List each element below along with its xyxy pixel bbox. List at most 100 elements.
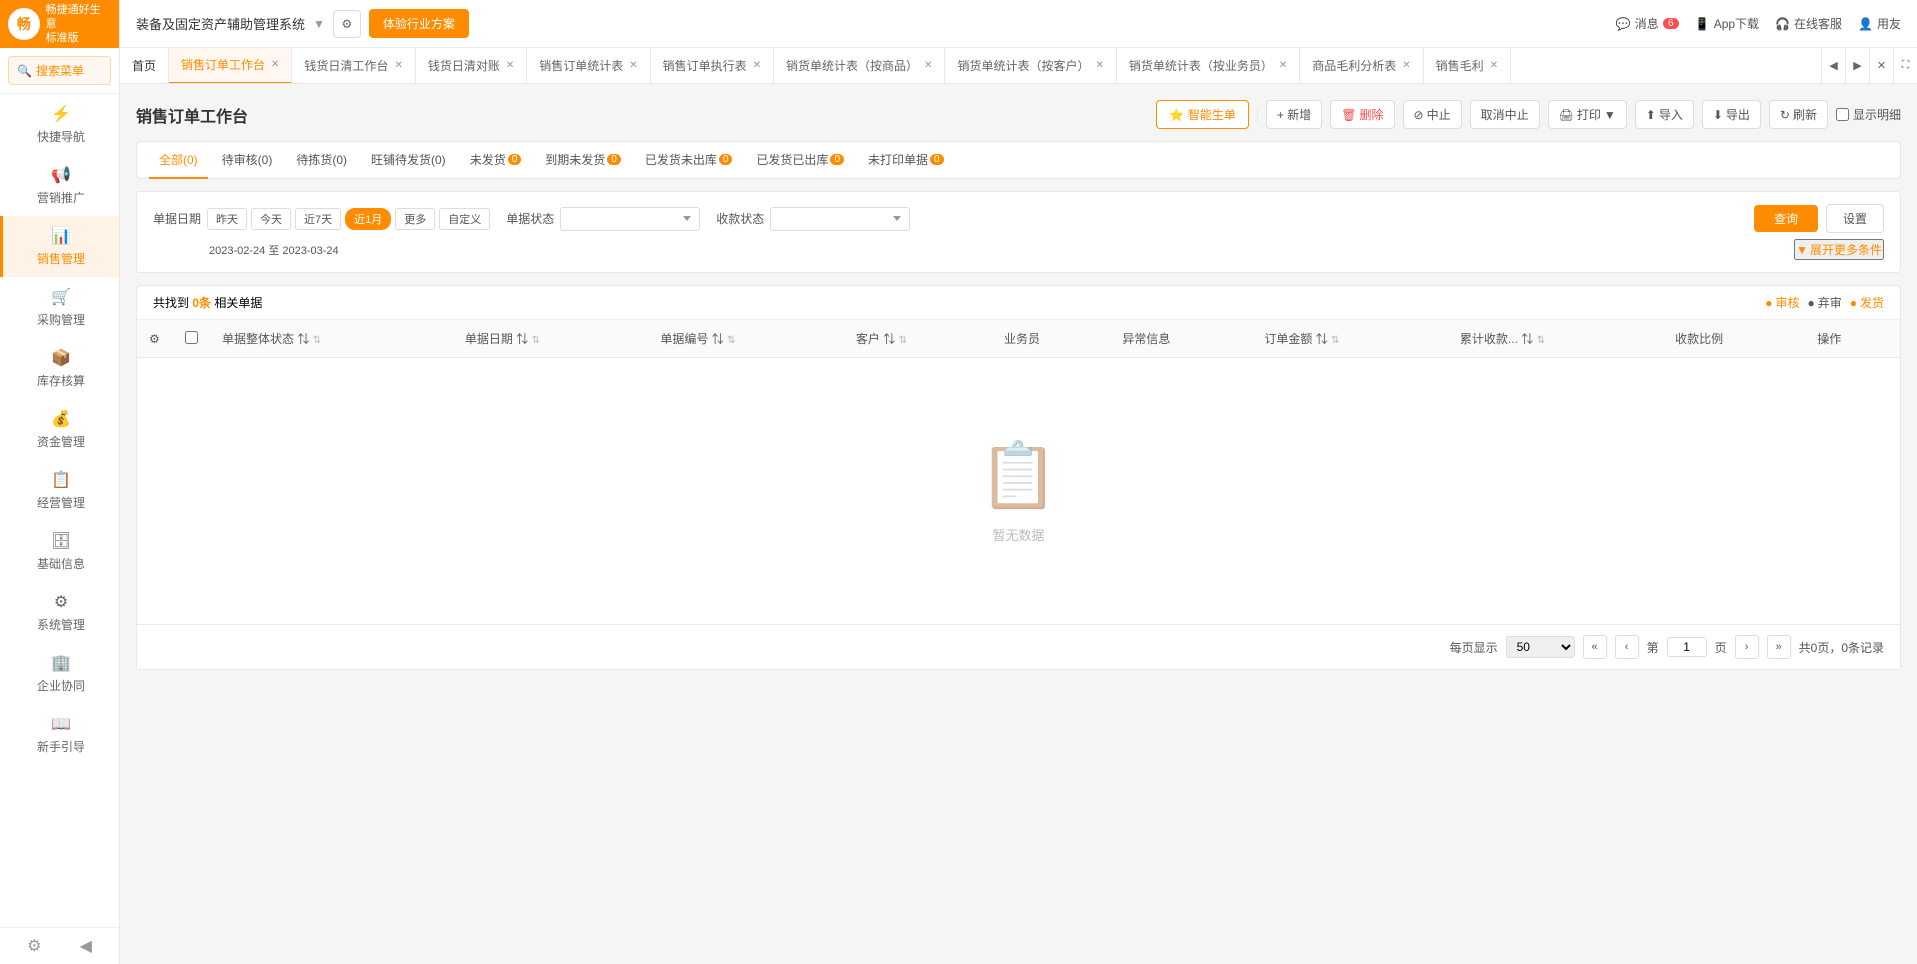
tab-close-sales-stats[interactable]: ✕ <box>629 60 637 71</box>
empty-icon: 📋 <box>979 438 1059 513</box>
sidebar-item-enterprise[interactable]: 🏢 企业协同 <box>0 643 119 704</box>
expand-filter-button[interactable]: ▼ 展开更多条件 <box>1794 239 1884 260</box>
import-button[interactable]: ⬆ 导入 <box>1635 100 1694 129</box>
export-button[interactable]: ⬇ 导出 <box>1702 100 1761 129</box>
filter-tab-wangpu-pending[interactable]: 旺铺待发货(0) <box>361 141 456 179</box>
page-number-input[interactable] <box>1667 637 1707 657</box>
collapse-icon[interactable]: ◀ <box>80 936 92 956</box>
filter-date-more[interactable]: 更多 <box>395 208 435 230</box>
sidebar-item-basic[interactable]: 🗄 基础信息 <box>0 521 119 582</box>
tab-close-gross-margin[interactable]: ✕ <box>1402 60 1410 71</box>
settings-filter-button[interactable]: 设置 <box>1826 204 1884 233</box>
anti-review-button[interactable]: ● 弃审 <box>1807 294 1841 311</box>
tab-fullscreen[interactable]: ⛶ <box>1893 48 1917 84</box>
filter-tab-all[interactable]: 全部(0) <box>149 141 208 179</box>
sidebar-item-inventory[interactable]: 📦 库存核算 <box>0 338 119 399</box>
sidebar-item-finance[interactable]: 💰 资金管理 <box>0 399 119 460</box>
sidebar-item-system[interactable]: ⚙ 系统管理 <box>0 582 119 643</box>
sidebar-item-sales[interactable]: 📊 销售管理 <box>0 216 119 277</box>
tab-close-sales-stat-staff[interactable]: ✕ <box>1279 60 1287 71</box>
last-page-button[interactable]: » <box>1767 635 1791 659</box>
tab-gross-margin[interactable]: 商品毛利分析表 ✕ <box>1300 48 1423 84</box>
sidebar-item-quicknav[interactable]: ⚡ 快捷导航 <box>0 94 119 155</box>
add-button[interactable]: + 新增 <box>1266 100 1322 129</box>
print-button[interactable]: 🖨 打印 ▼ <box>1548 100 1627 129</box>
filter-date-yesterday[interactable]: 昨天 <box>207 208 247 230</box>
filter-tab-shipped-not-out[interactable]: 已发货未出库 0 <box>635 141 743 179</box>
th-status[interactable]: 单据整体状态 ⇅ <box>210 320 453 358</box>
tab-close-sales-stat-product[interactable]: ✕ <box>924 60 932 71</box>
refresh-button[interactable]: ↻ 刷新 <box>1769 100 1828 129</box>
sidebar-item-purchase[interactable]: 🛒 采购管理 <box>0 277 119 338</box>
tab-sales-profit[interactable]: 销售毛利 ✕ <box>1424 48 1511 84</box>
sidebar-item-guide[interactable]: 📖 新手引导 <box>0 704 119 765</box>
ship-button[interactable]: ● 发货 <box>1850 294 1884 311</box>
tab-scroll-right[interactable]: ▶ <box>1845 48 1869 84</box>
online-service-button[interactable]: 🎧 在线客服 <box>1775 15 1842 32</box>
tab-close-cash-daily[interactable]: ✕ <box>394 60 402 71</box>
tab-close-cash-reconcile[interactable]: ✕ <box>506 60 514 71</box>
settings-icon[interactable]: ⚙ <box>27 936 41 956</box>
tab-close-sales-profit[interactable]: ✕ <box>1490 60 1498 71</box>
sidebar-bottom: ⚙ ◀ <box>0 927 119 964</box>
filter-date-7days[interactable]: 近7天 <box>295 208 341 230</box>
settings-button[interactable]: ⚙ <box>333 10 361 38</box>
suspend-button[interactable]: ⊘ 中止 <box>1403 100 1462 129</box>
next-page-button[interactable]: › <box>1735 635 1759 659</box>
tab-sales-stat-staff[interactable]: 销货单统计表（按业务员） ✕ <box>1117 48 1300 84</box>
tab-scroll-left[interactable]: ◀ <box>1821 48 1845 84</box>
filter-date-custom[interactable]: 自定义 <box>439 208 490 230</box>
filter-tab-pending-review[interactable]: 待审核(0) <box>212 141 283 179</box>
tab-sales-stat-product[interactable]: 销货单统计表（按商品） ✕ <box>774 48 945 84</box>
tab-sales-stat-customer[interactable]: 销货单统计表（按客户） ✕ <box>945 48 1116 84</box>
th-date[interactable]: 单据日期 ⇅ <box>453 320 649 358</box>
filter-date-1month[interactable]: 近1月 <box>345 208 391 230</box>
query-button[interactable]: 查询 <box>1754 205 1818 232</box>
topbar-dropdown-icon[interactable]: ▼ <box>313 17 325 31</box>
filter-tab-overdue-unshipped[interactable]: 到期未发货 0 <box>535 141 631 179</box>
review-button[interactable]: ● 审核 <box>1765 294 1799 311</box>
industry-btn[interactable]: 体验行业方案 <box>369 9 469 38</box>
search-menu-button[interactable]: 🔍 搜索菜单 <box>8 56 111 85</box>
tab-sales-workbench[interactable]: 销售订单工作台 ✕ <box>169 48 292 84</box>
sidebar-logo: 畅 畅捷通好生意 标准版 <box>0 0 119 48</box>
user-icon: 👤 <box>1858 17 1873 31</box>
sidebar-item-marketing[interactable]: 📢 营销推广 <box>0 155 119 216</box>
tab-home[interactable]: 首页 <box>120 48 169 84</box>
filter-tab-pending-inspect[interactable]: 待拣货(0) <box>286 141 357 179</box>
per-page-select[interactable]: 50 10 20 100 <box>1506 636 1575 658</box>
first-page-button[interactable]: « <box>1583 635 1607 659</box>
show-detail-checkbox[interactable] <box>1836 108 1849 121</box>
tab-close-sales-execution[interactable]: ✕ <box>753 60 761 71</box>
delete-button[interactable]: 🗑 删除 <box>1330 100 1394 129</box>
select-all-checkbox[interactable] <box>185 331 198 344</box>
tab-sales-execution[interactable]: 销售订单执行表 ✕ <box>651 48 774 84</box>
tab-close-sales-stat-customer[interactable]: ✕ <box>1095 60 1103 71</box>
smart-generate-button[interactable]: ⭐ 智能生单 <box>1156 100 1249 129</box>
tab-close-sales-workbench[interactable]: ✕ <box>271 59 279 70</box>
th-customer[interactable]: 客户 ⇅ <box>844 320 992 358</box>
sidebar-item-operations[interactable]: 📋 经营管理 <box>0 460 119 521</box>
page-actions: ⭐ 智能生单 + 新增 🗑 删除 ⊘ 中止 取消中止 🖨 打印 ▼ <box>1156 100 1901 129</box>
tab-cash-reconcile[interactable]: 钱货日清对账 ✕ <box>416 48 527 84</box>
prev-page-button[interactable]: ‹ <box>1615 635 1639 659</box>
show-detail-checkbox-label[interactable]: 显示明细 <box>1836 106 1901 123</box>
filter-tab-not-printed[interactable]: 未打印单据 0 <box>858 141 954 179</box>
status-filter-select[interactable] <box>560 207 700 231</box>
message-button[interactable]: 💬 消息 6 <box>1616 15 1679 32</box>
payment-filter-select[interactable] <box>770 207 910 231</box>
filter-date-today[interactable]: 今天 <box>251 208 291 230</box>
filter-tab-unshipped[interactable]: 未发货 0 <box>460 141 532 179</box>
th-amount[interactable]: 订单金额 ⇅ <box>1252 320 1448 358</box>
user-button[interactable]: 👤 用友 <box>1858 15 1901 32</box>
th-number[interactable]: 单据编号 ⇅ <box>648 320 844 358</box>
tab-sales-stats[interactable]: 销售订单统计表 ✕ <box>527 48 650 84</box>
tab-close-all[interactable]: ✕ <box>1869 48 1893 84</box>
app-download-button[interactable]: 📱 App下载 <box>1695 15 1759 32</box>
table-count-value: 0条 <box>192 296 211 310</box>
cancel-suspend-button[interactable]: 取消中止 <box>1470 100 1540 129</box>
th-collected[interactable]: 累计收款... ⇅ <box>1448 320 1663 358</box>
column-settings-icon[interactable]: ⚙ <box>149 332 160 346</box>
tab-cash-daily[interactable]: 钱货日清工作台 ✕ <box>292 48 415 84</box>
filter-tab-shipped-out[interactable]: 已发货已出库 0 <box>746 141 854 179</box>
